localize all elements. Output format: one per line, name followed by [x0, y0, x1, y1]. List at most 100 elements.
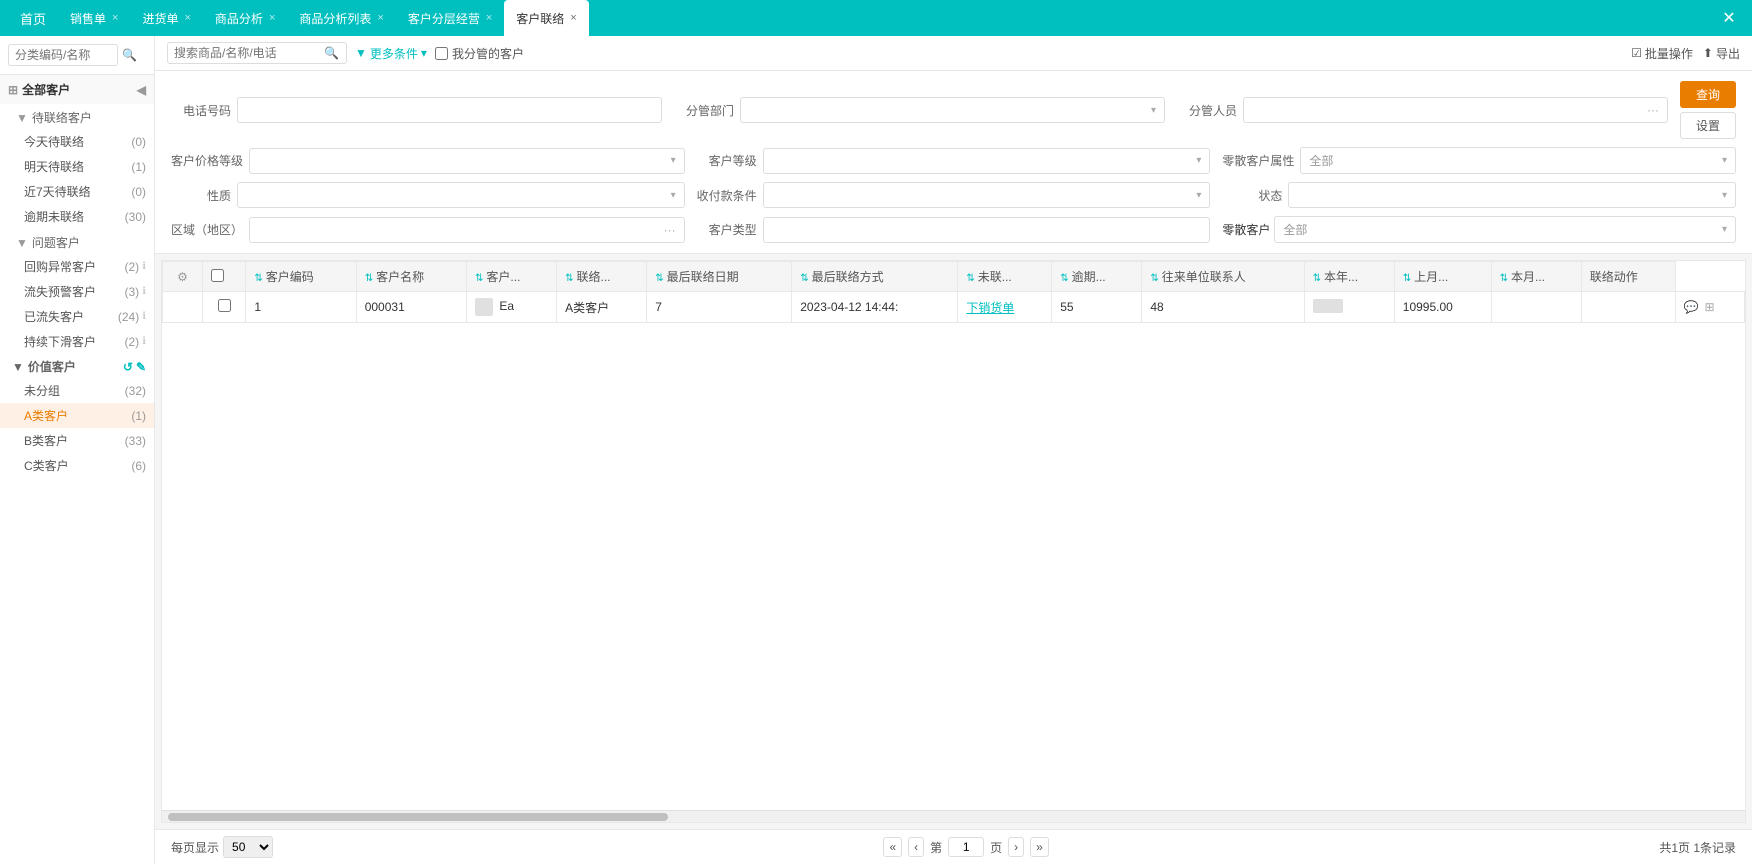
qr-icon[interactable]: ⊞: [1705, 300, 1715, 314]
top-navigation: 首页 销售单 × 进货单 × 商品分析 × 商品分析列表 × 客户分层经营 × …: [0, 0, 1752, 36]
sidebar-search-icon[interactable]: 🔍: [122, 48, 137, 62]
filter-phone-input[interactable]: [237, 97, 662, 123]
toolbar-search-input[interactable]: [174, 46, 324, 60]
query-button[interactable]: 查询: [1680, 81, 1736, 108]
close-purchase-tab[interactable]: ×: [184, 12, 190, 24]
row-last-method[interactable]: 下销货单: [958, 292, 1052, 323]
sidebar-search-input[interactable]: [8, 44, 118, 66]
batch-operation-button[interactable]: ☑ 批量操作: [1631, 45, 1693, 62]
setting-button[interactable]: 设置: [1680, 112, 1736, 139]
my-customers-checkbox[interactable]: 我分管的客户: [435, 45, 524, 62]
sidebar-item-tomorrow-contact[interactable]: 明天待联络 (1): [0, 154, 154, 179]
filter-row-2: 客户价格等级 ▾ 客户等级 ▾ 零散客户属性 全部 ▾: [171, 147, 1736, 174]
row-index: 1: [246, 292, 356, 323]
per-page-select[interactable]: 50 100 200: [223, 836, 273, 858]
sidebar-item-today-contact[interactable]: 今天待联络 (0): [0, 129, 154, 154]
nav-tab-sales[interactable]: 销售单 ×: [58, 0, 130, 36]
nav-tab-product-analysis[interactable]: 商品分析 ×: [203, 0, 287, 36]
problem-customer-group[interactable]: ▼ 问题客户: [0, 229, 154, 254]
th-gear[interactable]: ⚙: [163, 262, 203, 292]
close-sales-tab[interactable]: ×: [112, 12, 118, 24]
nav-tab-customer-contact[interactable]: 客户联络 ×: [504, 0, 588, 36]
toolbar-search-button[interactable]: 🔍: [324, 46, 339, 60]
sort-contact-icon[interactable]: ⇅: [565, 273, 573, 284]
filter-price-level: 客户价格等级 ▾: [171, 148, 685, 174]
filter-payment-input[interactable]: ▾: [763, 182, 1211, 208]
sidebar-item-repurchase-abnormal[interactable]: 回购异常客户 (2) ℹ: [0, 254, 154, 279]
filter-price-level-input[interactable]: ▾: [249, 148, 685, 174]
sidebar-item-churned[interactable]: 已流失客户 (24) ℹ: [0, 304, 154, 329]
close-product-analysis-tab[interactable]: ×: [269, 12, 275, 24]
sidebar-item-c-class[interactable]: C类客户 (6): [0, 453, 154, 478]
close-product-list-tab[interactable]: ×: [377, 12, 383, 24]
nav-tab-customer-segment[interactable]: 客户分层经营 ×: [396, 0, 504, 36]
scroll-thumb[interactable]: [168, 813, 668, 821]
filter-region-input[interactable]: ···: [249, 217, 685, 243]
filter-customer-type-input[interactable]: [763, 217, 1211, 243]
sidebar-item-ungrouped[interactable]: 未分组 (32): [0, 378, 154, 403]
chevron-retail-icon: ▾: [1722, 155, 1727, 166]
close-customer-contact-tab[interactable]: ×: [570, 12, 576, 24]
my-customers-check[interactable]: [435, 47, 448, 60]
value-customer-group[interactable]: ▼ 价值客户 ↺ ✎: [0, 354, 154, 378]
filter-person: 分管人员 ···: [1177, 97, 1668, 123]
row-contact-count: 7: [647, 292, 792, 323]
sort-thismonth-icon[interactable]: ⇅: [1500, 273, 1508, 284]
window-close-button[interactable]: ✕: [1714, 3, 1744, 33]
refresh-icon[interactable]: ↺: [123, 360, 133, 374]
sidebar-item-churn-warning[interactable]: 流失预警客户 (3) ℹ: [0, 279, 154, 304]
sort-company-icon[interactable]: ⇅: [1150, 273, 1158, 284]
prev-page-button[interactable]: ‹: [908, 837, 924, 857]
th-this-year: ⇅本年...: [1304, 262, 1394, 292]
sort-code-icon[interactable]: ⇅: [254, 273, 262, 284]
info-icon-3: ℹ: [142, 311, 146, 322]
sort-type-icon[interactable]: ⇅: [475, 273, 483, 284]
filter-person-input[interactable]: ···: [1243, 97, 1668, 123]
pending-contact-group[interactable]: ▼ 待联络客户: [0, 104, 154, 129]
row-checkbox[interactable]: [203, 292, 246, 323]
filter-dept-input[interactable]: ▾: [740, 97, 1165, 123]
table-header-row: ⚙ ⇅客户编码 ⇅客户名称 ⇅客户... ⇅联络... ⇅最后联络日期 ⇅最后联…: [163, 262, 1745, 292]
sort-year-icon[interactable]: ⇅: [1313, 273, 1321, 284]
page-label: 第: [930, 839, 942, 856]
filter-retail-attr-input[interactable]: 全部 ▾: [1300, 147, 1736, 174]
nav-tab-product-list[interactable]: 商品分析列表 ×: [287, 0, 395, 36]
row-select-checkbox[interactable]: [218, 299, 231, 312]
sort-date-icon[interactable]: ⇅: [655, 273, 663, 284]
sort-overdue-icon[interactable]: ⇅: [1060, 273, 1068, 284]
nav-home[interactable]: 首页: [8, 0, 58, 36]
nav-tab-purchase[interactable]: 进货单 ×: [130, 0, 202, 36]
sort-lastmonth-icon[interactable]: ⇅: [1403, 273, 1411, 284]
export-icon: ⬆: [1703, 46, 1713, 60]
sidebar-item-a-class[interactable]: A类客户 (1): [0, 403, 154, 428]
sidebar-item-declining[interactable]: 持续下滑客户 (2) ℹ: [0, 329, 154, 354]
edit-icon[interactable]: ✎: [136, 360, 146, 374]
first-page-button[interactable]: «: [883, 837, 902, 857]
collapse-icon: ◀: [137, 83, 146, 97]
more-filter-button[interactable]: ▼ 更多条件 ▾: [355, 45, 427, 62]
horizontal-scrollbar[interactable]: [162, 810, 1745, 822]
name-avatar: [475, 298, 493, 316]
filter-status-input[interactable]: ▾: [1288, 182, 1736, 208]
sidebar-item-b-class[interactable]: B类客户 (33): [0, 428, 154, 453]
scroll-track[interactable]: [168, 813, 1739, 821]
select-all-checkbox[interactable]: [211, 269, 224, 282]
all-customers-header[interactable]: ⊞ 全部客户 ◀: [0, 75, 154, 104]
page-input[interactable]: [948, 837, 984, 857]
sort-nocontact-icon[interactable]: ⇅: [966, 273, 974, 284]
last-method-link[interactable]: 下销货单: [966, 301, 1014, 315]
filter-customer-level-input[interactable]: ▾: [763, 148, 1211, 174]
sidebar-item-overdue-contact[interactable]: 逾期未联络 (30): [0, 204, 154, 229]
chat-icon[interactable]: 💬: [1684, 300, 1699, 314]
filter-retail-input[interactable]: 全部 ▾: [1274, 216, 1736, 243]
last-page-button[interactable]: »: [1030, 837, 1049, 857]
export-button[interactable]: ⬆ 导出: [1703, 45, 1740, 62]
th-checkbox[interactable]: [203, 262, 246, 292]
sort-method-icon[interactable]: ⇅: [800, 273, 808, 284]
close-customer-segment-tab[interactable]: ×: [486, 12, 492, 24]
toolbar-search-box[interactable]: 🔍: [167, 42, 347, 64]
sort-name-icon[interactable]: ⇅: [365, 273, 373, 284]
sidebar-item-7day-contact[interactable]: 近7天待联络 (0): [0, 179, 154, 204]
next-page-button[interactable]: ›: [1008, 837, 1024, 857]
filter-nature-input[interactable]: ▾: [237, 182, 685, 208]
